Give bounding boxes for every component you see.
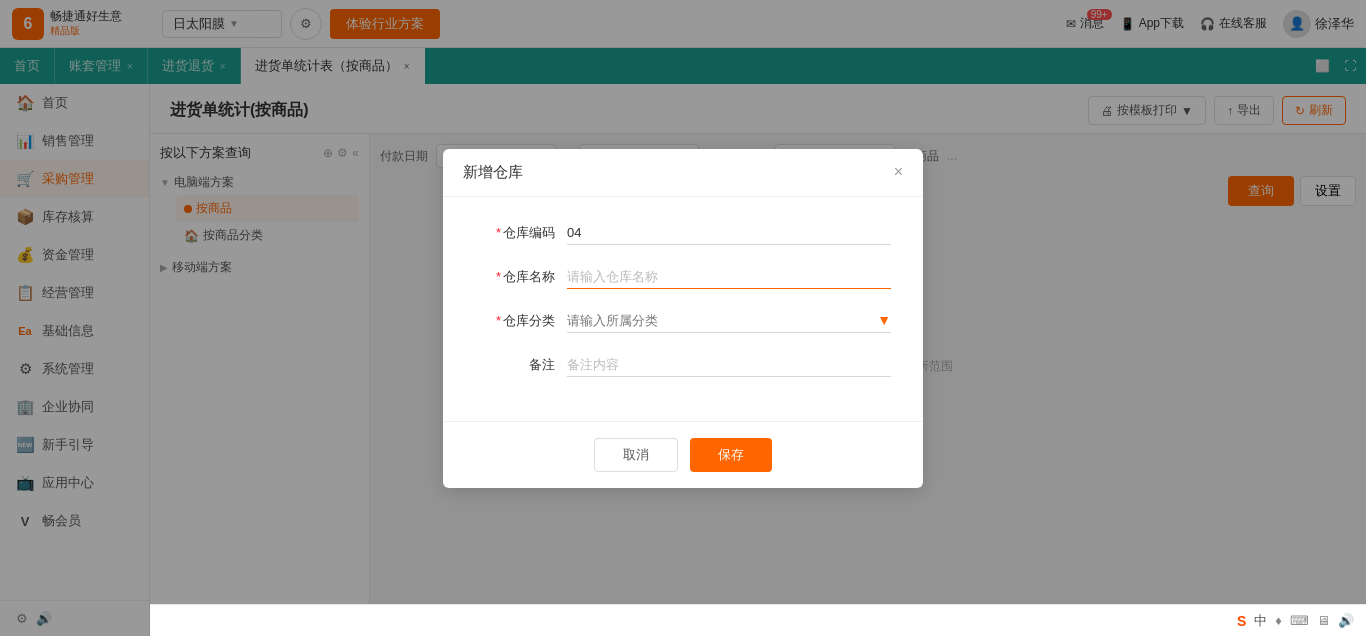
category-label: 仓库分类 (475, 312, 555, 330)
modal-header: 新增仓库 × (443, 149, 923, 197)
name-input[interactable] (567, 265, 891, 289)
bottom-bar: S 中 ♦ ⌨ 🖥 🔊 (150, 604, 1366, 636)
category-dropdown-arrow: ▼ (877, 312, 891, 328)
form-row-category: 仓库分类 ▼ (475, 309, 891, 333)
form-row-code: 仓库编码 (475, 221, 891, 245)
cancel-button[interactable]: 取消 (594, 438, 678, 472)
form-row-note: 备注 (475, 353, 891, 377)
volume-icon[interactable]: 🔊 (1338, 613, 1354, 628)
keyboard-icon[interactable]: ⌨ (1290, 613, 1309, 628)
code-label: 仓库编码 (475, 224, 555, 242)
modal-footer: 取消 保存 (443, 421, 923, 488)
diamond-icon[interactable]: ♦ (1275, 613, 1282, 628)
monitor-icon[interactable]: 🖥 (1317, 613, 1330, 628)
note-label: 备注 (475, 356, 555, 374)
note-input[interactable] (567, 353, 891, 377)
modal-title: 新增仓库 (463, 163, 523, 182)
modal-close-button[interactable]: × (894, 163, 903, 181)
form-row-name: 仓库名称 (475, 265, 891, 289)
modal-body: 仓库编码 仓库名称 仓库分类 ▼ 备注 (443, 197, 923, 421)
code-input[interactable] (567, 221, 891, 245)
sougou-icon[interactable]: S (1237, 613, 1246, 629)
category-select-row[interactable]: ▼ (567, 309, 891, 333)
name-label: 仓库名称 (475, 268, 555, 286)
save-button[interactable]: 保存 (690, 438, 772, 472)
modal-overlay[interactable]: 新增仓库 × 仓库编码 仓库名称 仓库分类 ▼ (0, 0, 1366, 636)
chinese-input-icon[interactable]: 中 (1254, 612, 1267, 630)
new-warehouse-modal: 新增仓库 × 仓库编码 仓库名称 仓库分类 ▼ (443, 149, 923, 488)
category-input[interactable] (567, 309, 877, 332)
